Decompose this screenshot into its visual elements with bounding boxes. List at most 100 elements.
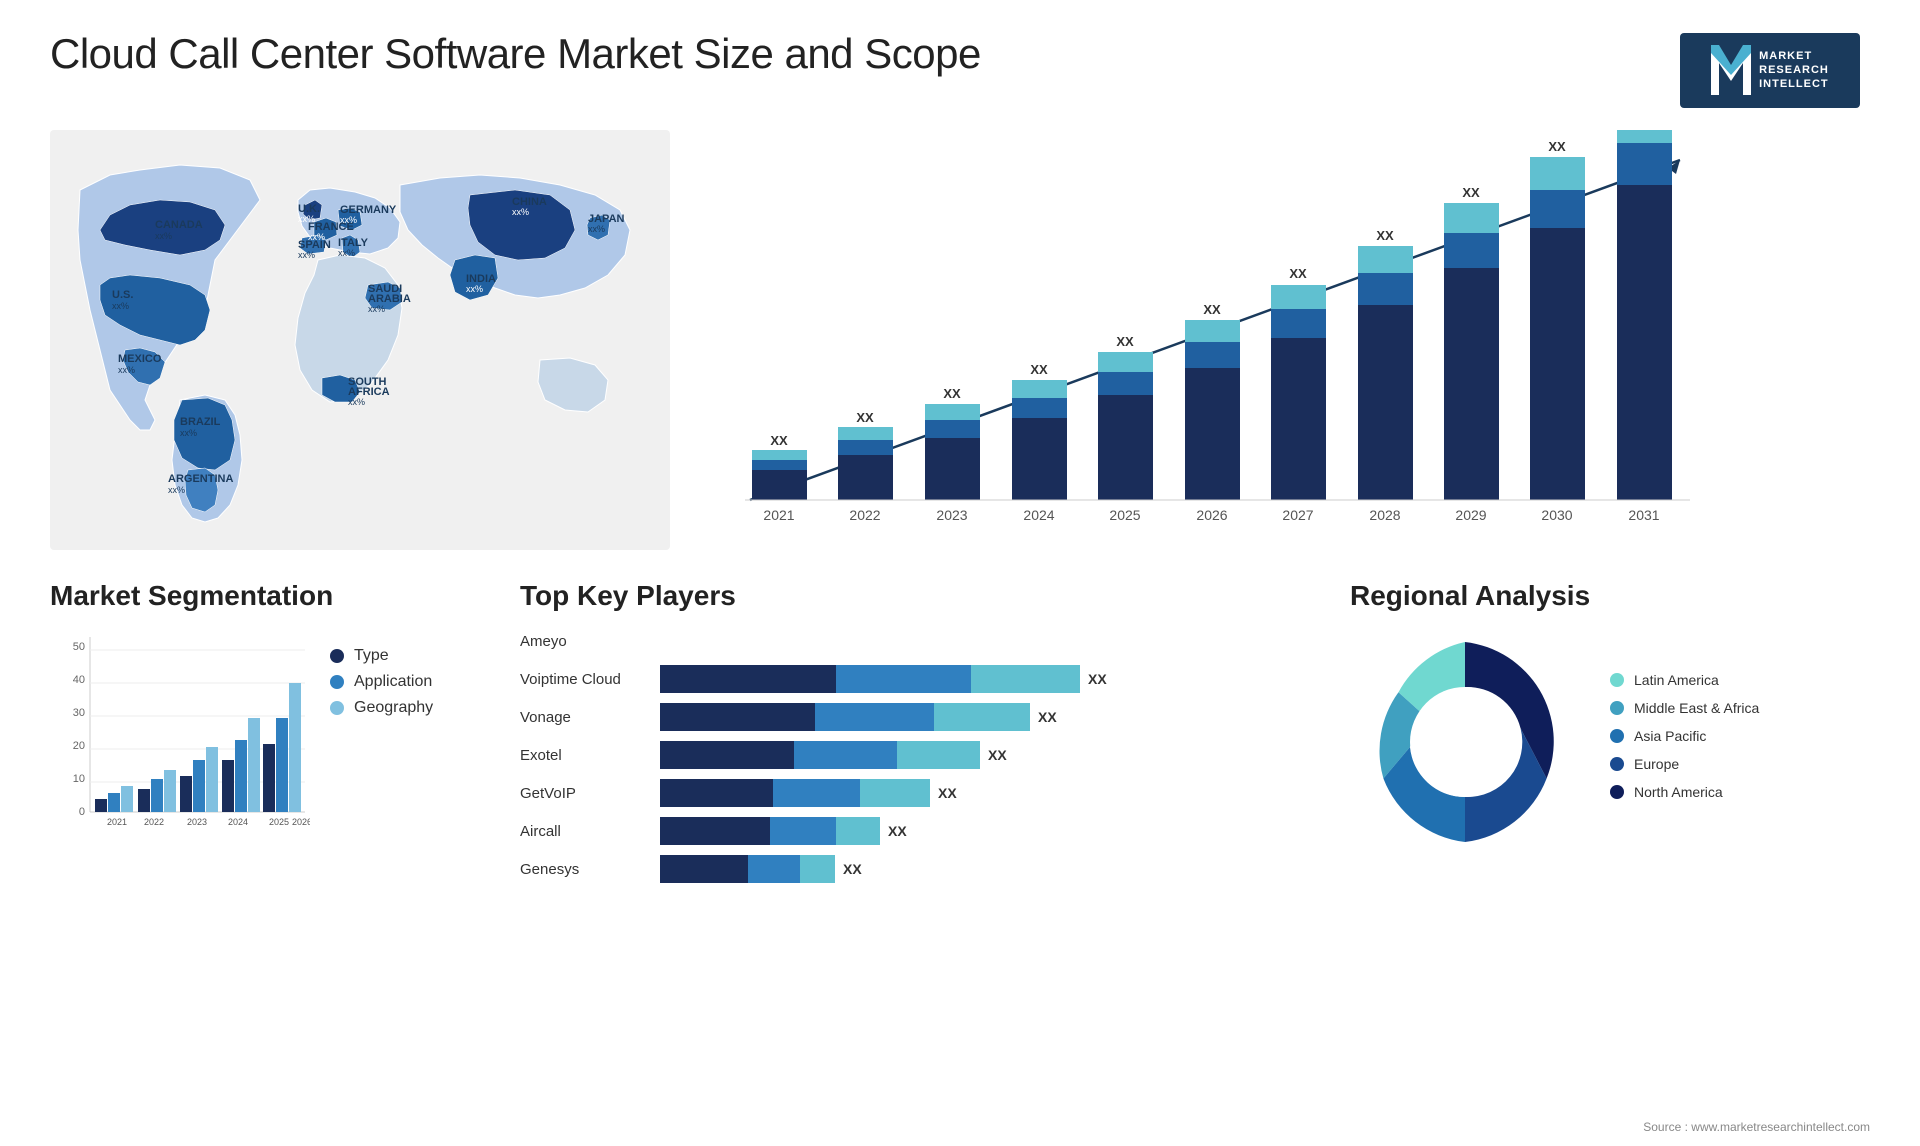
- reg-legend-apac: Asia Pacific: [1610, 728, 1870, 744]
- svg-text:2023: 2023: [936, 507, 967, 523]
- player-row-aircall: Aircall XX: [520, 817, 1320, 845]
- player-value-getvoip: XX: [938, 785, 957, 801]
- svg-text:CANADA: CANADA: [155, 219, 203, 231]
- seg-legend: Type Application Geography: [330, 647, 433, 725]
- player-row-exotel: Exotel XX: [520, 741, 1320, 769]
- svg-text:2026: 2026: [1196, 507, 1227, 523]
- legend-application: Application: [330, 673, 433, 691]
- svg-text:XX: XX: [1289, 266, 1307, 281]
- svg-text:20: 20: [73, 740, 85, 752]
- player-bar-exotel: XX: [660, 741, 1320, 769]
- player-value-genesys: XX: [843, 861, 862, 877]
- logo-area: MARKET RESEARCH INTELLECT: [1670, 30, 1870, 110]
- player-row-ameyo: Ameyo: [520, 627, 1320, 655]
- logo-box: MARKET RESEARCH INTELLECT: [1680, 33, 1860, 108]
- player-name-voiptime: Voiptime Cloud: [520, 671, 660, 688]
- svg-text:ARGENTINA: ARGENTINA: [168, 473, 233, 485]
- segmentation-title: Market Segmentation: [50, 580, 490, 612]
- player-value-vonage: XX: [1038, 709, 1057, 725]
- svg-text:U.S.: U.S.: [112, 289, 133, 301]
- header: Cloud Call Center Software Market Size a…: [50, 30, 1870, 110]
- legend-dot-type: [330, 649, 344, 663]
- player-bar-aircall: XX: [660, 817, 1320, 845]
- svg-text:2021: 2021: [763, 507, 794, 523]
- svg-text:2024: 2024: [228, 817, 248, 827]
- svg-text:2026: 2026: [292, 817, 310, 827]
- player-bar-voiptime: XX: [660, 665, 1320, 693]
- svg-text:xx%: xx%: [338, 248, 355, 258]
- player-bar-ameyo: [660, 627, 1320, 655]
- chart-section: XX XX XX XX XX: [690, 130, 1870, 550]
- regional-section: Regional Analysis: [1350, 580, 1870, 893]
- svg-text:XX: XX: [1116, 334, 1134, 349]
- svg-text:2030: 2030: [1541, 507, 1572, 523]
- svg-text:XX: XX: [1203, 302, 1221, 317]
- svg-text:xx%: xx%: [512, 207, 529, 217]
- player-row-genesys: Genesys XX: [520, 855, 1320, 883]
- svg-text:XX: XX: [1376, 228, 1394, 243]
- dot-latin-america: [1610, 673, 1624, 687]
- svg-text:xx%: xx%: [348, 397, 365, 407]
- svg-text:2027: 2027: [1282, 507, 1313, 523]
- regional-legend: Latin America Middle East & Africa Asia …: [1610, 672, 1870, 812]
- svg-text:XX: XX: [1030, 362, 1048, 377]
- legend-type: Type: [330, 647, 433, 665]
- player-name-aircall: Aircall: [520, 823, 660, 840]
- player-name-getvoip: GetVoIP: [520, 785, 660, 802]
- player-value-voiptime: XX: [1088, 671, 1107, 687]
- legend-geography: Geography: [330, 699, 433, 717]
- legend-dot-application: [330, 675, 344, 689]
- regional-title: Regional Analysis: [1350, 580, 1870, 612]
- svg-text:BRAZIL: BRAZIL: [180, 416, 221, 428]
- svg-text:2031: 2031: [1628, 507, 1659, 523]
- svg-text:xx%: xx%: [588, 224, 605, 234]
- logo-m-icon: [1711, 45, 1751, 95]
- svg-text:2022: 2022: [144, 817, 164, 827]
- bar-voiptime: [660, 665, 1080, 693]
- bar-genesys: [660, 855, 835, 883]
- svg-text:XX: XX: [770, 433, 788, 448]
- segmentation-section: Market Segmentation 0 10 20 30 40 50: [50, 580, 490, 893]
- svg-text:2028: 2028: [1369, 507, 1400, 523]
- dot-europe: [1610, 757, 1624, 771]
- svg-text:2025: 2025: [1109, 507, 1140, 523]
- bottom-grid: Market Segmentation 0 10 20 30 40 50: [50, 580, 1870, 893]
- svg-text:2024: 2024: [1023, 507, 1054, 523]
- svg-text:xx%: xx%: [180, 428, 197, 438]
- dot-asia-pacific: [1610, 729, 1624, 743]
- player-row-getvoip: GetVoIP XX: [520, 779, 1320, 807]
- dot-middle-east-africa: [1610, 701, 1624, 715]
- svg-text:xx%: xx%: [118, 365, 135, 375]
- svg-text:2025: 2025: [269, 817, 289, 827]
- segmentation-chart: 0 10 20 30 40 50: [50, 627, 310, 847]
- players-section: Top Key Players Ameyo Voiptime Cloud: [520, 580, 1320, 893]
- svg-text:30: 30: [73, 707, 85, 719]
- main-bar-chart: XX XX XX XX XX: [720, 130, 1700, 550]
- svg-text:xx%: xx%: [340, 215, 357, 225]
- player-name-exotel: Exotel: [520, 747, 660, 764]
- bar-aircall: [660, 817, 880, 845]
- svg-text:xx%: xx%: [466, 284, 483, 294]
- logo-text: MARKET RESEARCH INTELLECT: [1759, 49, 1829, 92]
- player-bar-getvoip: XX: [660, 779, 1320, 807]
- svg-text:MEXICO: MEXICO: [118, 353, 162, 365]
- bar-exotel: [660, 741, 980, 769]
- player-row-voiptime: Voiptime Cloud XX: [520, 665, 1320, 693]
- svg-text:XX: XX: [943, 386, 961, 401]
- legend-dot-geography: [330, 701, 344, 715]
- bar-vonage: [660, 703, 1030, 731]
- page-title: Cloud Call Center Software Market Size a…: [50, 30, 981, 78]
- regional-content: Latin America Middle East & Africa Asia …: [1350, 627, 1870, 857]
- players-title: Top Key Players: [520, 580, 1320, 612]
- svg-text:0: 0: [79, 806, 85, 818]
- svg-text:xx%: xx%: [112, 301, 129, 311]
- bar-segment-light: [971, 665, 1080, 693]
- player-name-genesys: Genesys: [520, 861, 660, 878]
- svg-text:40: 40: [73, 674, 85, 686]
- svg-text:XX: XX: [1462, 185, 1480, 200]
- bar-segment-mid: [836, 665, 970, 693]
- svg-text:XX: XX: [1548, 139, 1566, 154]
- map-section: CANADA xx% U.S. xx% MEXICO xx% BRAZIL xx…: [50, 130, 670, 550]
- page-container: Cloud Call Center Software Market Size a…: [0, 0, 1920, 1146]
- reg-legend-europe: Europe: [1610, 756, 1870, 772]
